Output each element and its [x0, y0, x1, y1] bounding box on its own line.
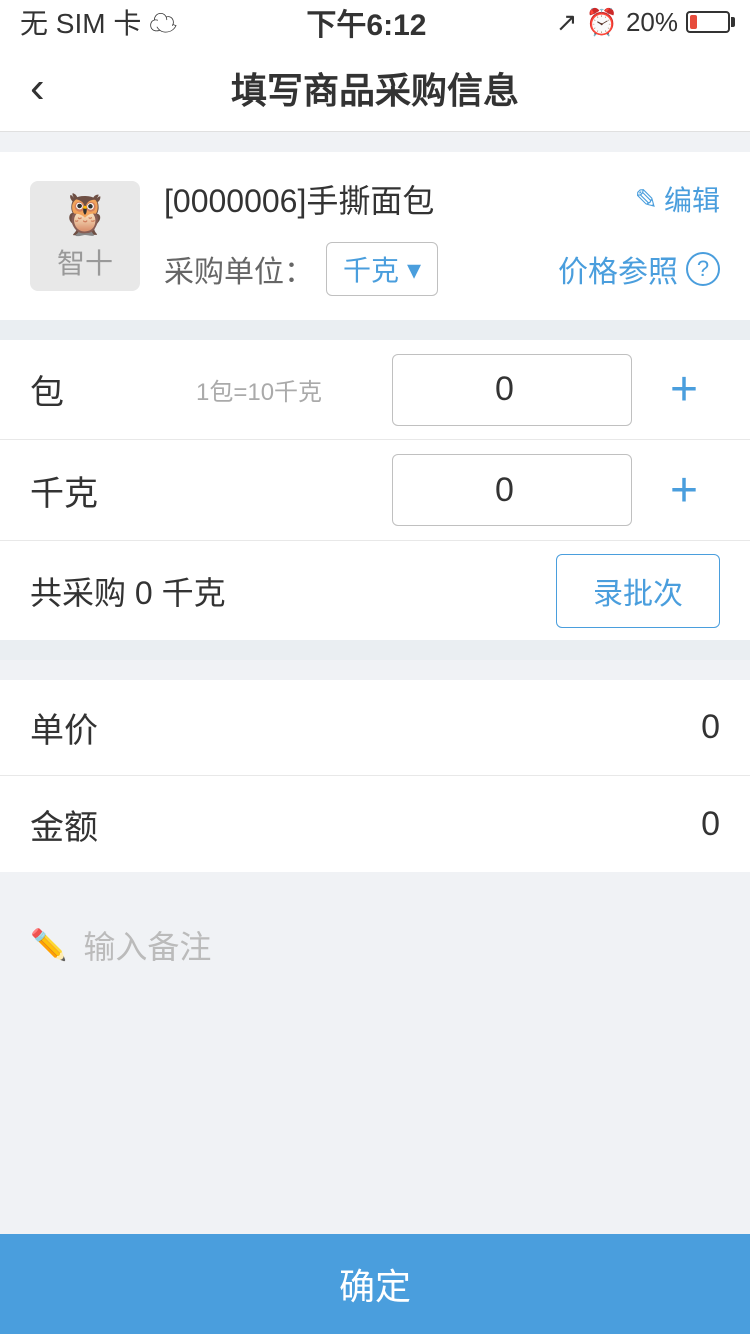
back-button[interactable]: ‹ [30, 66, 45, 110]
kilogram-field-wrapper: + [190, 454, 720, 526]
amount-label: 金额 [30, 800, 98, 849]
nav-bar: ‹ 填写商品采购信息 [0, 44, 750, 132]
edit-icon: ✎ [635, 183, 658, 216]
status-left: 无 SIM 卡 ☁ [20, 2, 177, 42]
amount-row: 金额 0 [0, 776, 750, 872]
page-title: 填写商品采购信息 [231, 62, 519, 114]
kilogram-input-row: 千克 + [0, 440, 750, 540]
unit-value: 千克 [343, 249, 399, 289]
package-input-row: 包 1包=10千克 + [0, 340, 750, 440]
price-ref-label: 价格参照 [558, 247, 678, 291]
kilogram-input[interactable] [392, 454, 632, 526]
input-section: 包 1包=10千克 + 千克 + [0, 340, 750, 540]
thumb-label: 智十 [57, 242, 113, 282]
owl-icon: 🦉 [60, 191, 110, 238]
section-divider-1 [0, 320, 750, 340]
battery-percent: 20% [626, 7, 678, 38]
kilogram-label: 千克 [30, 466, 190, 515]
product-info: [0000006]手撕面包 ✎ 编辑 采购单位： 千克 ▾ 价格参照 ? [164, 176, 720, 296]
battery-fill [690, 15, 697, 29]
status-bar: 无 SIM 卡 ☁ 下午6:12 ↗ ⏰ 20% [0, 0, 750, 44]
remarks-section[interactable]: ✏️ 输入备注 [0, 892, 750, 998]
batch-button[interactable]: 录批次 [556, 554, 720, 628]
amount-value: 0 [701, 805, 720, 844]
edit-label: 编辑 [664, 179, 720, 219]
product-thumbnail: 🦉 智十 [30, 181, 140, 291]
summary-row: 共采购 0 千克 录批次 [0, 540, 750, 640]
package-input[interactable] [392, 354, 632, 426]
package-label: 包 [30, 365, 190, 414]
package-plus-button[interactable]: + [648, 354, 720, 426]
unit-price-label: 单价 [30, 703, 98, 752]
status-right: ↗ ⏰ 20% [556, 7, 730, 38]
summary-text: 共采购 0 千克 [30, 568, 226, 614]
pencil-icon: ✏️ [30, 928, 67, 963]
info-icon: ? [686, 252, 720, 286]
package-field-wrapper: + [322, 354, 720, 426]
product-name-row: [0000006]手撕面包 ✎ 编辑 [164, 176, 720, 222]
unit-price-value: 0 [701, 708, 720, 747]
status-time: 下午6:12 [306, 0, 426, 44]
price-ref-button[interactable]: 价格参照 ? [558, 247, 720, 291]
unit-label: 采购单位： [164, 247, 314, 291]
sim-status: 无 SIM 卡 ☁ [20, 2, 177, 42]
section-divider-2 [0, 640, 750, 660]
remarks-placeholder: 输入备注 [83, 922, 211, 968]
dropdown-icon: ▾ [407, 253, 421, 286]
edit-button[interactable]: ✎ 编辑 [635, 179, 720, 219]
unit-price-row: 单价 0 [0, 680, 750, 776]
kilogram-plus-button[interactable]: + [648, 454, 720, 526]
product-name: [0000006]手撕面包 [164, 176, 434, 222]
product-card: 🦉 智十 [0000006]手撕面包 ✎ 编辑 采购单位： 千克 ▾ 价格参照 … [0, 152, 750, 320]
confirm-button[interactable]: 确定 [0, 1234, 750, 1334]
unit-select[interactable]: 千克 ▾ [326, 242, 438, 296]
location-icon: ↗ [556, 7, 578, 38]
package-hint: 1包=10千克 [196, 372, 322, 407]
price-section: 单价 0 金额 0 [0, 680, 750, 872]
alarm-icon: ⏰ [586, 7, 618, 38]
battery-icon [686, 11, 730, 33]
purchase-unit-row: 采购单位： 千克 ▾ 价格参照 ? [164, 242, 720, 296]
